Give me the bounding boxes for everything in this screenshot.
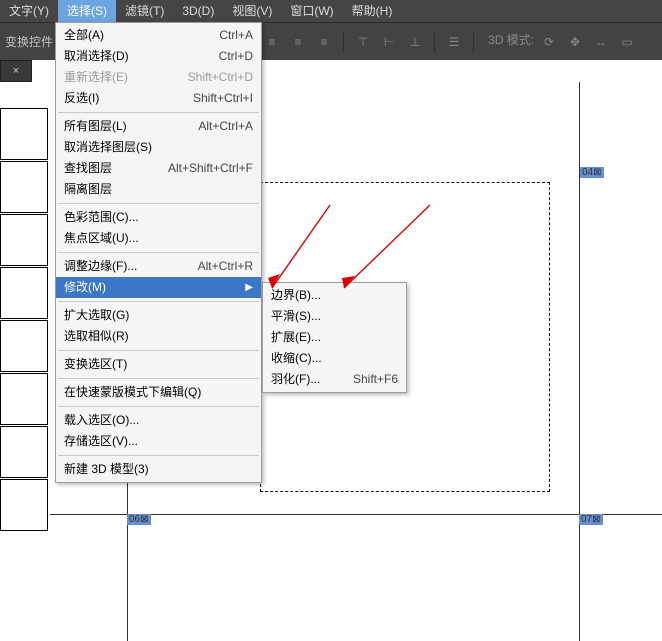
row-marker [0,267,48,319]
submenu-border[interactable]: 边界(B)... [263,285,406,306]
menu-find-layers[interactable]: 查找图层Alt+Shift+Ctrl+F [56,158,261,179]
menu-modify[interactable]: 修改(M)▶ [56,277,261,298]
ruler-marker-07: 07⊠ [579,514,603,525]
row-marker [0,161,48,213]
menu-new-3d-model[interactable]: 新建 3D 模型(3) [56,459,261,480]
ruler-x-icon: ⊠ [140,514,148,525]
menu-color-range[interactable]: 色彩范围(C)... [56,207,261,228]
menu-3d[interactable]: 3D(D) [173,0,223,22]
menu-deselect[interactable]: 取消选择(D)Ctrl+D [56,46,261,67]
menu-view[interactable]: 视图(V) [223,0,281,22]
menu-quickmask[interactable]: 在快速蒙版模式下编辑(Q) [56,382,261,403]
menu-grow[interactable]: 扩大选取(G) [56,305,261,326]
toolbar-icon-group: ≡ ≡ ≡ ⊤ ⊢ ⊥ ☰ 3D 模式: ⟳ ✥ ↔ ▭ [261,31,638,53]
align-right-icon[interactable]: ≡ [313,31,335,53]
menu-all-layers[interactable]: 所有图层(L)Alt+Ctrl+A [56,116,261,137]
align-center-h-icon[interactable]: ≡ [287,31,309,53]
ruler-x-icon: ⊠ [592,514,600,525]
row-marker [0,426,48,478]
select-menu: 全部(A)Ctrl+A 取消选择(D)Ctrl+D 重新选择(E)Shift+C… [55,22,262,483]
submenu-contract[interactable]: 收缩(C)... [263,348,406,369]
menu-load-selection[interactable]: 载入选区(O)... [56,410,261,431]
guide-vertical[interactable] [579,82,580,641]
orbit-3d-icon[interactable]: ⟳ [538,31,560,53]
menu-reselect: 重新选择(E)Shift+Ctrl+D [56,67,261,88]
menu-similar[interactable]: 选取相似(R) [56,326,261,347]
menu-isolate-layers[interactable]: 隔离图层 [56,179,261,200]
menu-separator [58,112,259,113]
separator [343,31,344,53]
document-tab[interactable]: × [0,60,32,82]
ruler-x-icon: ⊠ [593,167,601,178]
menu-separator [58,203,259,204]
menu-window[interactable]: 窗口(W) [281,0,342,22]
menu-select[interactable]: 选择(S) [58,0,116,22]
menu-deselect-layers[interactable]: 取消选择图层(S) [56,137,261,158]
menu-focus-area[interactable]: 焦点区域(U)... [56,228,261,249]
ruler-marker-06: 06⊠ [127,514,151,525]
submenu-expand[interactable]: 扩展(E)... [263,327,406,348]
menu-save-selection[interactable]: 存储选区(V)... [56,431,261,452]
modify-submenu: 边界(B)... 平滑(S)... 扩展(E)... 收缩(C)... 羽化(F… [262,282,407,393]
menu-separator [58,455,259,456]
submenu-feather[interactable]: 羽化(F)...Shift+F6 [263,369,406,390]
align-center-v-icon[interactable]: ⊢ [378,31,400,53]
row-marker [0,320,48,372]
menu-separator [58,301,259,302]
menu-text[interactable]: 文字(Y) [0,0,58,22]
menubar: 文字(Y) 选择(S) 滤镜(T) 3D(D) 视图(V) 窗口(W) 帮助(H… [0,0,662,22]
row-marker [0,373,48,425]
menu-help[interactable]: 帮助(H) [343,0,402,22]
menu-separator [58,406,259,407]
menu-filter[interactable]: 滤镜(T) [116,0,173,22]
menu-transform-selection[interactable]: 变换选区(T) [56,354,261,375]
row-marker [0,479,48,531]
slide-3d-icon[interactable]: ↔ [590,31,612,53]
row-markers [0,108,48,532]
row-marker [0,108,48,160]
separator [473,31,474,53]
camera-3d-icon[interactable]: ▭ [616,31,638,53]
close-icon[interactable]: × [13,65,19,77]
menu-separator [58,378,259,379]
menu-refine-edge[interactable]: 调整边缘(F)...Alt+Ctrl+R [56,256,261,277]
menu-separator [58,252,259,253]
submenu-arrow-icon: ▶ [245,277,253,298]
menu-separator [58,350,259,351]
transform-controls-label: 变换控件 [5,33,53,50]
menu-inverse[interactable]: 反选(I)Shift+Ctrl+I [56,88,261,109]
separator [434,31,435,53]
align-top-icon[interactable]: ⊤ [352,31,374,53]
menu-all[interactable]: 全部(A)Ctrl+A [56,25,261,46]
pan-3d-icon[interactable]: ✥ [564,31,586,53]
ruler-marker-04: 04⊠ [580,167,604,178]
mode-3d-label: 3D 模式: [488,31,534,53]
submenu-smooth[interactable]: 平滑(S)... [263,306,406,327]
row-marker [0,214,48,266]
align-bottom-icon[interactable]: ⊥ [404,31,426,53]
align-left-icon[interactable]: ≡ [261,31,283,53]
distribute-icon[interactable]: ☰ [443,31,465,53]
